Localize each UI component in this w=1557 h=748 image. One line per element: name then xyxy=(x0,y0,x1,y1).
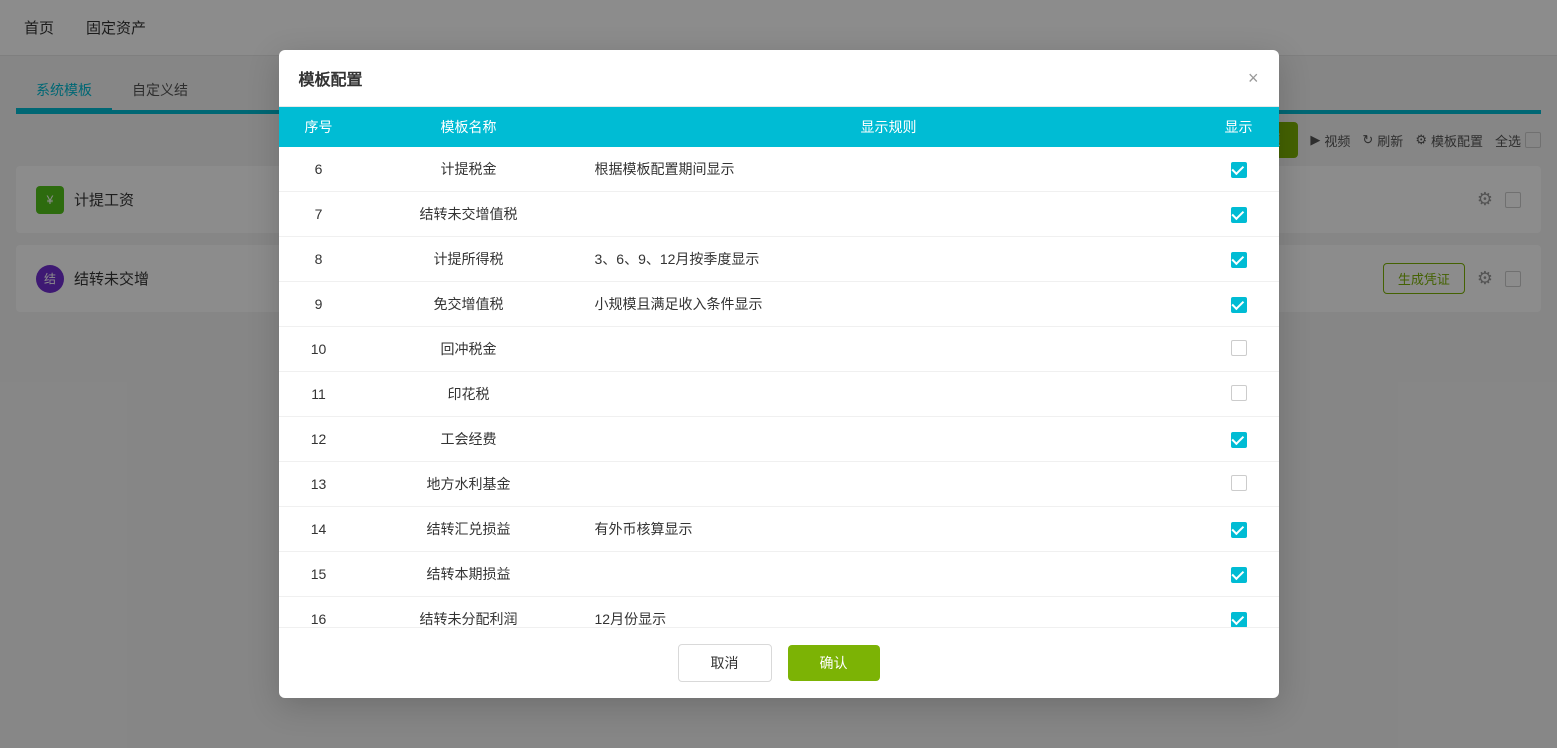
row-checkbox-6[interactable] xyxy=(1231,162,1247,178)
cell-rule xyxy=(579,417,1199,462)
cell-rule: 根据模板配置期间显示 xyxy=(579,147,1199,192)
cell-name: 印花税 xyxy=(359,372,579,417)
col-header-display: 显示 xyxy=(1199,107,1279,147)
table-row: 11印花税 xyxy=(279,372,1279,417)
table-row: 8计提所得税3、6、9、12月按季度显示 xyxy=(279,237,1279,282)
cell-name: 结转未交增值税 xyxy=(359,192,579,237)
cell-id: 6 xyxy=(279,147,359,192)
modal-title: 模板配置 xyxy=(299,66,363,90)
cell-name: 回冲税金 xyxy=(359,327,579,372)
confirm-button[interactable]: 确认 xyxy=(788,645,880,681)
row-checkbox-9[interactable] xyxy=(1231,297,1247,313)
cell-display xyxy=(1199,237,1279,282)
cell-id: 8 xyxy=(279,237,359,282)
cell-display xyxy=(1199,282,1279,327)
table-row: 14结转汇兑损益有外币核算显示 xyxy=(279,507,1279,552)
cell-id: 14 xyxy=(279,507,359,552)
cell-rule xyxy=(579,192,1199,237)
table-row: 15结转本期损益 xyxy=(279,552,1279,597)
cell-display xyxy=(1199,507,1279,552)
cell-display xyxy=(1199,192,1279,237)
row-checkbox-16[interactable] xyxy=(1231,612,1247,627)
table-row: 7结转未交增值税 xyxy=(279,192,1279,237)
modal-template-config: 模板配置 × 序号 模板名称 显示规则 显示 6计提税金根据模板配置期间显示7结… xyxy=(279,50,1279,698)
table-row: 6计提税金根据模板配置期间显示 xyxy=(279,147,1279,192)
col-header-id: 序号 xyxy=(279,107,359,147)
cell-rule: 有外币核算显示 xyxy=(579,507,1199,552)
modal-header: 模板配置 × xyxy=(279,50,1279,107)
cell-display xyxy=(1199,462,1279,507)
cell-id: 15 xyxy=(279,552,359,597)
row-checkbox-7[interactable] xyxy=(1231,207,1247,223)
cancel-button[interactable]: 取消 xyxy=(678,644,772,682)
table-row: 9免交增值税小规模且满足收入条件显示 xyxy=(279,282,1279,327)
table-row: 16结转未分配利润12月份显示 xyxy=(279,597,1279,628)
cell-rule: 12月份显示 xyxy=(579,597,1199,628)
cell-name: 计提税金 xyxy=(359,147,579,192)
cell-rule xyxy=(579,327,1199,372)
row-checkbox-8[interactable] xyxy=(1231,252,1247,268)
row-checkbox-15[interactable] xyxy=(1231,567,1247,583)
row-checkbox-13[interactable] xyxy=(1231,475,1247,491)
cell-rule xyxy=(579,462,1199,507)
cell-id: 16 xyxy=(279,597,359,628)
row-checkbox-11[interactable] xyxy=(1231,385,1247,401)
cell-display xyxy=(1199,552,1279,597)
cell-name: 免交增值税 xyxy=(359,282,579,327)
cell-rule: 小规模且满足收入条件显示 xyxy=(579,282,1199,327)
cell-rule xyxy=(579,552,1199,597)
row-checkbox-14[interactable] xyxy=(1231,522,1247,538)
cell-display xyxy=(1199,147,1279,192)
cell-id: 11 xyxy=(279,372,359,417)
table-row: 13地方水利基金 xyxy=(279,462,1279,507)
config-table: 序号 模板名称 显示规则 显示 6计提税金根据模板配置期间显示7结转未交增值税8… xyxy=(279,107,1279,627)
cell-name: 结转汇兑损益 xyxy=(359,507,579,552)
col-header-rule: 显示规则 xyxy=(579,107,1199,147)
cell-display xyxy=(1199,417,1279,462)
cell-name: 结转本期损益 xyxy=(359,552,579,597)
table-scroll-area[interactable]: 序号 模板名称 显示规则 显示 6计提税金根据模板配置期间显示7结转未交增值税8… xyxy=(279,107,1279,627)
col-header-name: 模板名称 xyxy=(359,107,579,147)
cell-id: 9 xyxy=(279,282,359,327)
cell-name: 计提所得税 xyxy=(359,237,579,282)
cell-id: 13 xyxy=(279,462,359,507)
modal-footer: 取消 确认 xyxy=(279,627,1279,698)
cell-display xyxy=(1199,597,1279,628)
cell-display xyxy=(1199,372,1279,417)
cell-name: 工会经费 xyxy=(359,417,579,462)
cell-display xyxy=(1199,327,1279,372)
cell-id: 12 xyxy=(279,417,359,462)
cell-name: 地方水利基金 xyxy=(359,462,579,507)
cell-rule: 3、6、9、12月按季度显示 xyxy=(579,237,1199,282)
cell-rule xyxy=(579,372,1199,417)
modal-close-button[interactable]: × xyxy=(1248,69,1259,87)
table-row: 12工会经费 xyxy=(279,417,1279,462)
row-checkbox-12[interactable] xyxy=(1231,432,1247,448)
table-row: 10回冲税金 xyxy=(279,327,1279,372)
row-checkbox-10[interactable] xyxy=(1231,340,1247,356)
cell-id: 10 xyxy=(279,327,359,372)
cell-id: 7 xyxy=(279,192,359,237)
cell-name: 结转未分配利润 xyxy=(359,597,579,628)
